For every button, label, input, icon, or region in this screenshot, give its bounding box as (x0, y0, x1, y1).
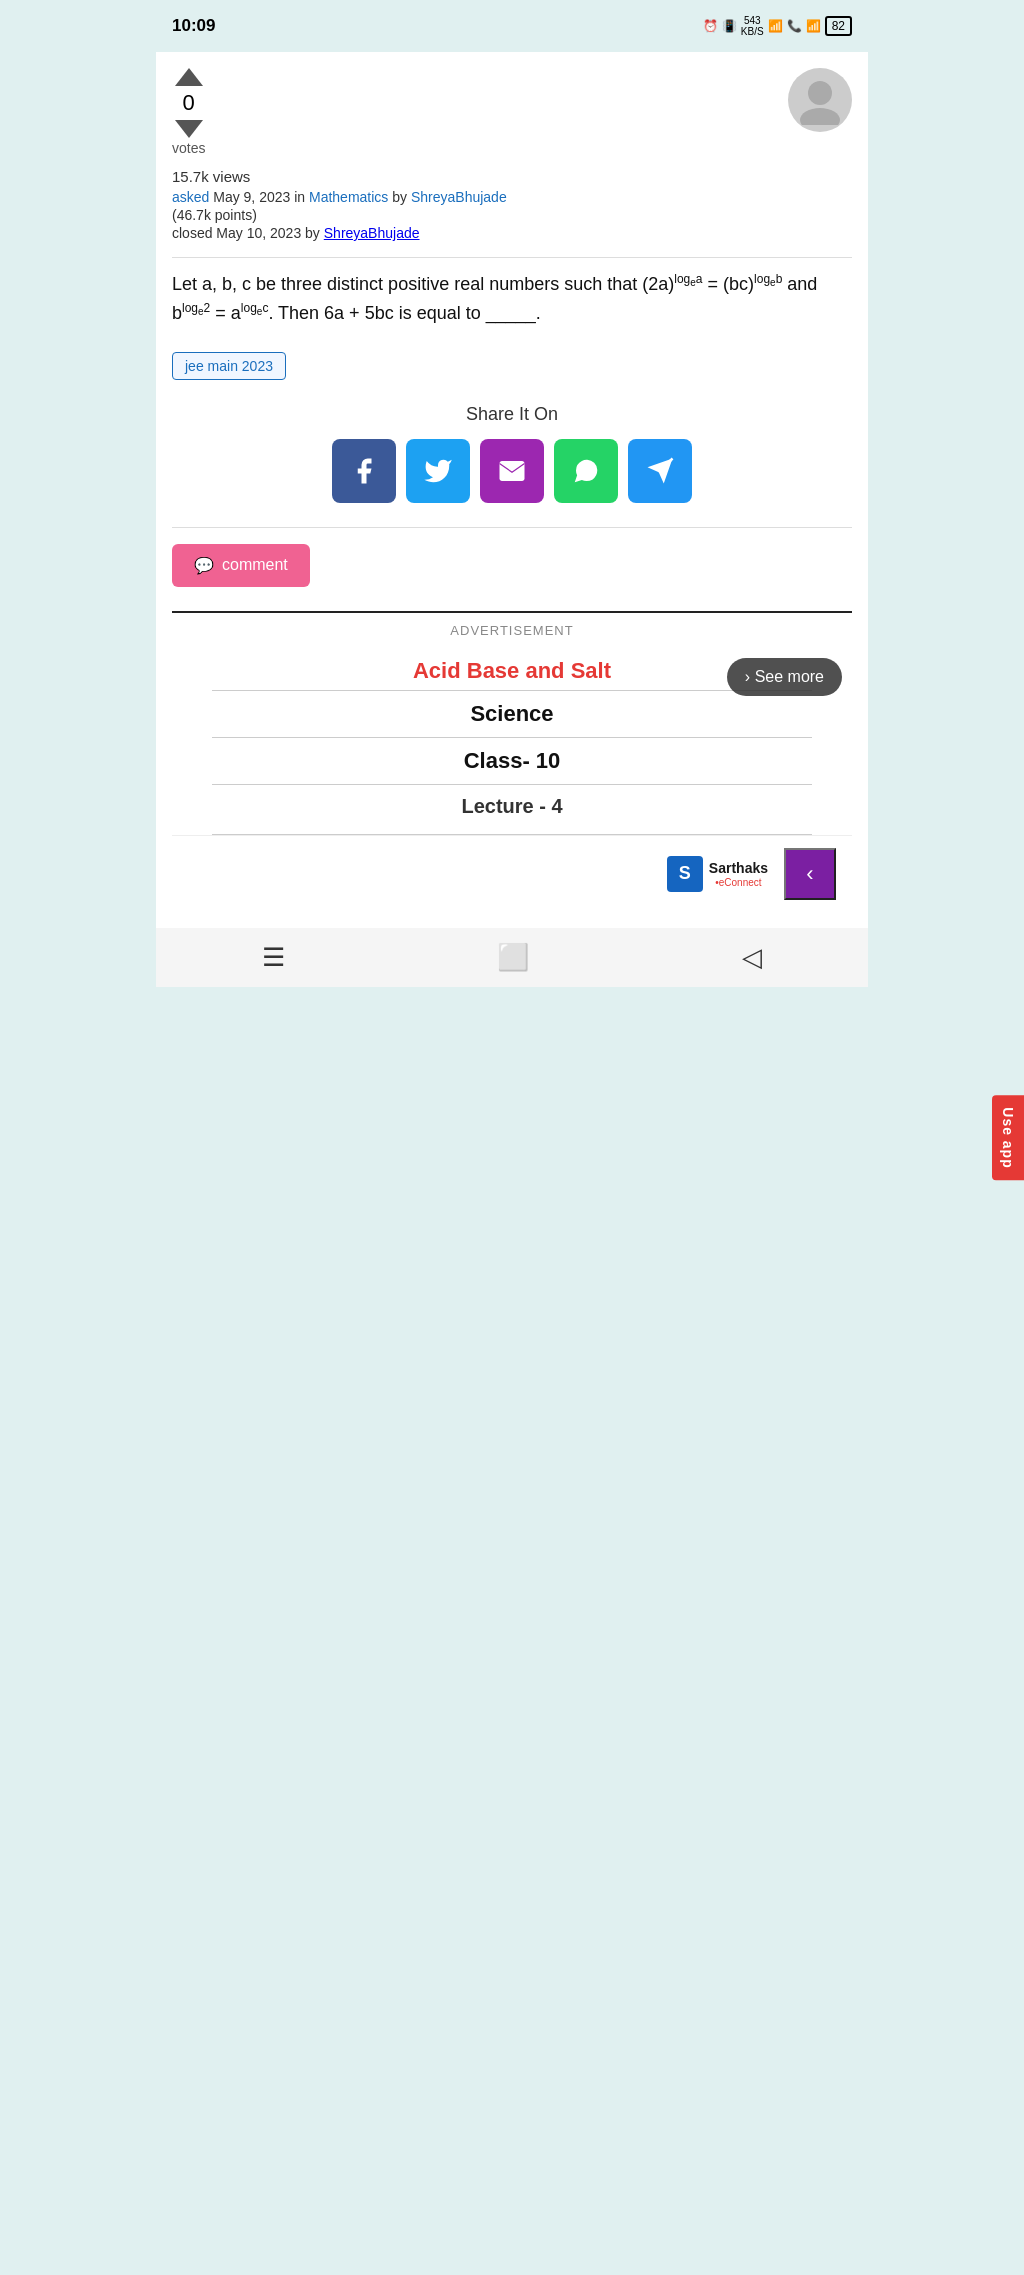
battery-icon: 82 (825, 16, 852, 36)
meta-info: 15.7k views asked May 9, 2023 in Mathema… (172, 168, 852, 241)
svg-point-1 (800, 108, 840, 125)
nav-back-button[interactable]: ◁ (742, 942, 762, 973)
network-speed: 543KB/S (741, 15, 764, 37)
share-section: Share It On (172, 404, 852, 503)
advertisement-section: ADVERTISEMENT › See more Acid Base and S… (172, 611, 852, 912)
points-line: (46.7k points) (172, 207, 852, 223)
twitter-share-button[interactable] (406, 439, 470, 503)
sarthaks-name: Sarthaks (709, 860, 768, 877)
vote-controls: 0 votes (172, 68, 205, 156)
ad-title: Acid Base and Salt (212, 642, 812, 691)
nav-menu-button[interactable]: ☰ (262, 942, 285, 973)
asked-date: May 9, 2023 (213, 189, 290, 205)
sarthaks-sub: •eConnect (709, 877, 768, 888)
ad-class: Class- 10 (212, 738, 812, 785)
vote-section: 0 votes (172, 68, 852, 156)
views-count: 15.7k views (172, 168, 852, 185)
tag-section: jee main 2023 (172, 352, 852, 380)
vote-down-button[interactable] (175, 120, 203, 138)
share-buttons (172, 439, 852, 503)
divider (172, 257, 852, 258)
status-bar: 10:09 ⏰ 📳 543KB/S 📶 📞 📶 82 (156, 0, 868, 52)
ad-label: ADVERTISEMENT (172, 613, 852, 642)
see-more-button[interactable]: › See more (727, 658, 842, 696)
svg-point-0 (808, 81, 832, 105)
asked-link[interactable]: asked (172, 189, 209, 205)
ad-footer: S Sarthaks •eConnect ‹ (172, 835, 852, 912)
jee-main-2023-tag[interactable]: jee main 2023 (172, 352, 286, 380)
closed-text: closed May 10, 2023 by (172, 225, 320, 241)
comment-label: comment (222, 556, 288, 574)
sarthaks-icon: S (667, 856, 703, 892)
telegram-share-button[interactable] (628, 439, 692, 503)
by-text: by (392, 189, 407, 205)
comment-section: 💬 comment (172, 527, 852, 587)
category-link[interactable]: Mathematics (309, 189, 388, 205)
in-text: in (294, 189, 305, 205)
vote-count: 0 (183, 88, 195, 118)
share-title: Share It On (172, 404, 852, 425)
avatar (788, 68, 852, 132)
asked-line: asked May 9, 2023 in Mathematics by Shre… (172, 189, 852, 205)
main-content: 0 votes 15.7k views asked May 9, 2023 in… (156, 52, 868, 928)
signal-icon: 📶 (806, 19, 821, 33)
back-button[interactable]: ‹ (784, 848, 836, 900)
closed-line: closed May 10, 2023 by ShreyaBhujade (172, 225, 852, 241)
ad-lecture: Lecture - 4 (212, 785, 812, 835)
downvote-arrow-icon (175, 120, 203, 138)
ad-content: › See more Acid Base and Salt Science Cl… (172, 642, 852, 912)
votes-label: votes (172, 140, 205, 156)
email-share-button[interactable] (480, 439, 544, 503)
vote-up-button[interactable] (175, 68, 203, 86)
nav-bar: ☰ ⬜ ◁ (156, 928, 868, 987)
sarthaks-logo: S Sarthaks •eConnect (667, 856, 768, 892)
comment-icon: 💬 (194, 556, 214, 575)
facebook-share-button[interactable] (332, 439, 396, 503)
status-time: 10:09 (172, 16, 215, 36)
whatsapp-share-button[interactable] (554, 439, 618, 503)
closed-by-link[interactable]: ShreyaBhujade (324, 225, 420, 241)
upvote-arrow-icon (175, 68, 203, 86)
wifi-icon: 📶 (768, 19, 783, 33)
author-link[interactable]: ShreyaBhujade (411, 189, 507, 205)
question-text: Let a, b, c be three distinct positive r… (172, 270, 852, 328)
ad-subject: Science (212, 691, 812, 738)
alarm-icon: ⏰ (703, 19, 718, 33)
comment-button[interactable]: 💬 comment (172, 544, 310, 587)
call-icon: 📞 (787, 19, 802, 33)
svg-marker-3 (648, 458, 673, 483)
status-icons: ⏰ 📳 543KB/S 📶 📞 📶 82 (703, 15, 852, 37)
nav-home-button[interactable]: ⬜ (497, 942, 529, 973)
vibrate-icon: 📳 (722, 19, 737, 33)
